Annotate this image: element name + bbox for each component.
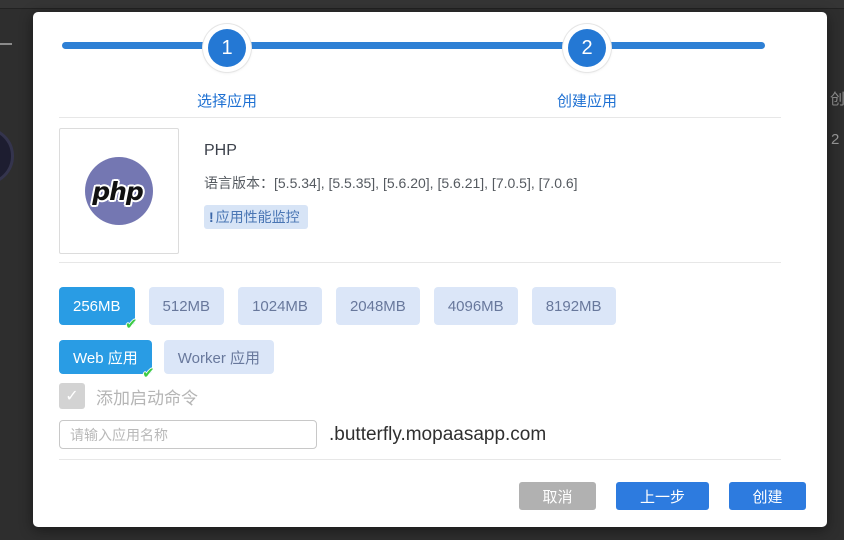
create-app-modal: 1 2 选择应用 创建应用 php PHP 语言版本：[5.5.34], [5.… [33,12,827,527]
memory-option-label: 512MB [162,297,211,315]
memory-option-label: 2048MB [349,297,406,315]
app-type-label: Worker 应用 [177,349,260,367]
step-2-circle: 2 [563,24,611,72]
app-name-input[interactable] [59,420,317,449]
background-glyph: 创 [830,91,844,108]
app-info: PHP 语言版本：[5.5.34], [5.5.35], [5.6.20], [… [204,128,578,254]
versions-label: 语言版本： [204,175,274,191]
app-title: PHP [204,142,237,159]
previous-step-button[interactable]: 上一步 [616,482,709,510]
badge-label: 应用性能监控 [215,209,300,225]
background-glyph: 2 [831,131,840,148]
selected-app-section: php PHP 语言版本：[5.5.34], [5.5.35], [5.6.20… [59,128,781,254]
php-app-card[interactable]: php [59,128,179,254]
memory-option-4096mb[interactable]: 4096MB [433,287,518,325]
memory-option-label: 256MB [73,297,121,315]
startup-command-label: 添加启动命令 [96,388,198,408]
divider [59,459,781,460]
memory-option-256mb[interactable]: 256MB ✔ [59,287,138,332]
app-type-web[interactable]: Web 应用 ✔ [59,340,155,381]
create-button[interactable]: 创建 [729,482,806,510]
background-logo-circle [0,127,14,185]
step-2-number: 2 [568,29,606,67]
divider [59,117,781,118]
app-type-worker[interactable]: Worker 应用 [163,340,274,374]
exclamation-icon: ! [209,209,214,225]
app-name-row: .butterfly.mopaasapp.com [59,420,781,449]
versions-list: [5.5.34], [5.5.35], [5.6.20], [5.6.21], … [274,175,578,191]
startup-command-checkbox[interactable]: ✓ [59,383,85,409]
progress-track [62,42,765,49]
php-logo-text: php [92,176,144,206]
memory-option-label: 1024MB [252,297,308,315]
cancel-button[interactable]: 取消 [519,482,596,510]
background-header-strip [0,0,844,9]
memory-option-8192mb[interactable]: 8192MB [531,287,616,325]
memory-options-row: 256MB ✔ 512MB 1024MB 2048MB 4096MB 8192M… [59,287,781,332]
step-1-label: 选择应用 [196,93,257,110]
performance-monitor-badge: ! 应用性能监控 [204,205,308,229]
memory-option-label: 8192MB [545,297,602,315]
startup-command-row: ✓ 添加启动命令 [59,383,781,409]
memory-option-2048mb[interactable]: 2048MB [335,287,420,325]
domain-suffix: .butterfly.mopaasapp.com [329,423,547,445]
php-logo-icon: php [85,157,153,225]
memory-option-label: 4096MB [447,297,504,315]
memory-option-1024mb[interactable]: 1024MB [238,287,322,325]
step-1-circle: 1 [203,24,251,72]
app-type-label: Web 应用 [73,349,138,367]
modal-footer: 取消 上一步 创建 [33,482,827,510]
app-type-row: Web 应用 ✔ Worker 应用 [59,340,781,381]
step-1-number: 1 [208,29,246,67]
step-progress: 1 2 选择应用 创建应用 [33,12,827,117]
step-2-label: 创建应用 [556,93,617,110]
memory-option-512mb[interactable]: 512MB [148,287,225,325]
check-icon: ✔ [142,365,155,382]
divider [59,262,781,263]
background-fragment [0,34,12,45]
checkbox-check-icon: ✓ [65,388,79,405]
check-icon: ✔ [124,316,138,333]
app-versions: 语言版本：[5.5.34], [5.5.35], [5.6.20], [5.6.… [204,173,578,193]
